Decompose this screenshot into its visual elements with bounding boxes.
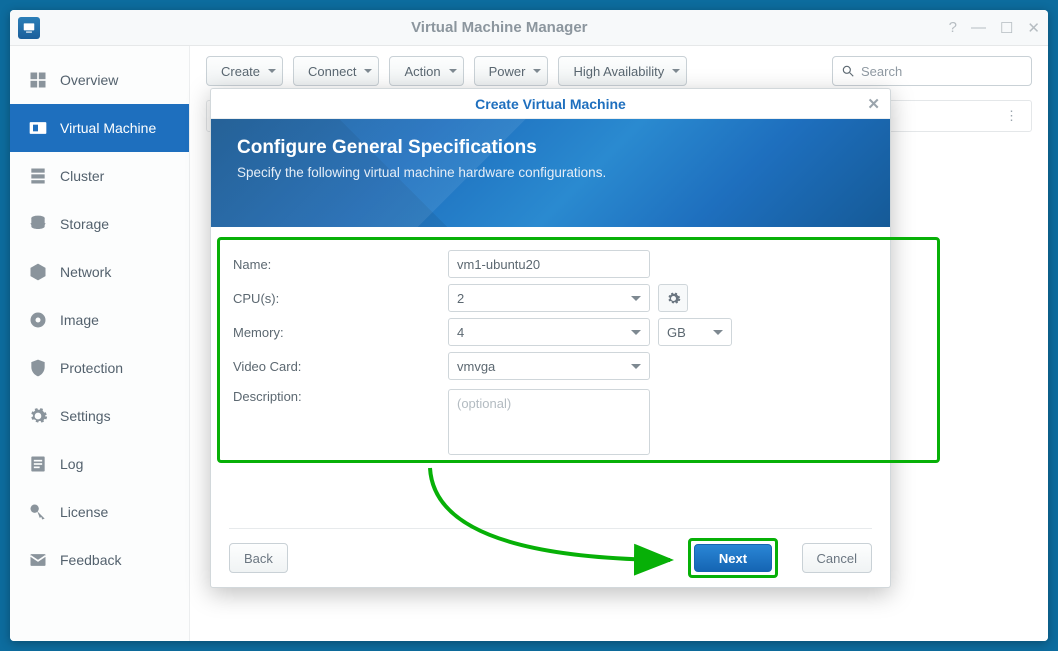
close-icon[interactable]: ✕	[1027, 19, 1040, 37]
network-icon	[28, 262, 48, 282]
sidebar: Overview Virtual Machine Cluster Storage…	[10, 46, 190, 641]
sidebar-item-overview[interactable]: Overview	[10, 56, 189, 104]
help-icon[interactable]: ?	[949, 19, 957, 37]
modal-subheading: Specify the following virtual machine ha…	[237, 165, 864, 180]
sidebar-item-cluster[interactable]: Cluster	[10, 152, 189, 200]
sidebar-item-image[interactable]: Image	[10, 296, 189, 344]
sidebar-item-label: Feedback	[60, 552, 121, 568]
sidebar-item-label: Log	[60, 456, 83, 472]
label-video: Video Card:	[233, 359, 448, 374]
caret-down-icon	[268, 69, 276, 77]
description-field[interactable]: (optional)	[448, 389, 650, 455]
search-placeholder: Search	[861, 64, 902, 79]
app-icon	[18, 17, 40, 39]
cancel-button[interactable]: Cancel	[802, 543, 872, 573]
sidebar-item-network[interactable]: Network	[10, 248, 189, 296]
modal-close-icon[interactable]: ✕	[867, 95, 880, 113]
caret-down-icon	[631, 296, 641, 306]
toolbar: Create Connect Action Power High Availab…	[190, 46, 1048, 86]
sidebar-item-label: License	[60, 504, 108, 520]
power-button[interactable]: Power	[474, 56, 549, 86]
feedback-icon	[28, 550, 48, 570]
sidebar-item-protection[interactable]: Protection	[10, 344, 189, 392]
ha-button[interactable]: High Availability	[558, 56, 687, 86]
sidebar-item-virtual-machine[interactable]: Virtual Machine	[10, 104, 189, 152]
log-icon	[28, 454, 48, 474]
sidebar-item-label: Protection	[60, 360, 123, 376]
maximize-icon[interactable]: ☐	[1000, 19, 1013, 37]
back-button[interactable]: Back	[229, 543, 288, 573]
sidebar-item-label: Cluster	[60, 168, 104, 184]
caret-down-icon	[631, 330, 641, 340]
label-description: Description:	[233, 389, 448, 404]
sidebar-item-label: Settings	[60, 408, 111, 424]
caret-down-icon	[449, 69, 457, 77]
sidebar-item-storage[interactable]: Storage	[10, 200, 189, 248]
label-cpu: CPU(s):	[233, 291, 448, 306]
search-input[interactable]: Search	[832, 56, 1032, 86]
modal-divider	[229, 528, 872, 529]
name-field[interactable]: vm1-ubuntu20	[448, 250, 650, 278]
label-name: Name:	[233, 257, 448, 272]
next-button[interactable]: Next	[694, 544, 772, 572]
label-memory: Memory:	[233, 325, 448, 340]
connect-button[interactable]: Connect	[293, 56, 379, 86]
sidebar-item-log[interactable]: Log	[10, 440, 189, 488]
modal-banner: Configure General Specifications Specify…	[211, 119, 890, 227]
caret-down-icon	[364, 69, 372, 77]
sidebar-item-label: Virtual Machine	[60, 120, 156, 136]
minimize-icon[interactable]: —	[971, 19, 986, 37]
create-vm-modal: Create Virtual Machine ✕ Configure Gener…	[210, 88, 891, 588]
vm-form: Name: vm1-ubuntu20 CPU(s): 2 Memory: 4 G…	[233, 247, 868, 455]
sidebar-item-label: Storage	[60, 216, 109, 232]
cpu-select[interactable]: 2	[448, 284, 650, 312]
protection-icon	[28, 358, 48, 378]
overview-icon	[28, 70, 48, 90]
caret-down-icon	[631, 364, 641, 374]
sidebar-item-license[interactable]: License	[10, 488, 189, 536]
image-icon	[28, 310, 48, 330]
annotation-next-highlight: Next	[688, 538, 778, 578]
sidebar-item-label: Network	[60, 264, 111, 280]
action-button[interactable]: Action	[389, 56, 463, 86]
memory-unit-select[interactable]: GB	[658, 318, 732, 346]
sidebar-item-label: Image	[60, 312, 99, 328]
video-select[interactable]: vmvga	[448, 352, 650, 380]
modal-heading: Configure General Specifications	[237, 137, 864, 159]
titlebar: Virtual Machine Manager ? — ☐ ✕	[10, 10, 1048, 46]
license-icon	[28, 502, 48, 522]
cpu-settings-button[interactable]	[658, 284, 688, 312]
window-title: Virtual Machine Manager	[50, 19, 949, 36]
sidebar-item-feedback[interactable]: Feedback	[10, 536, 189, 584]
modal-title: Create Virtual Machine ✕	[211, 89, 890, 119]
caret-down-icon	[672, 69, 680, 77]
search-icon	[841, 64, 855, 78]
list-more-icon[interactable]: ⋮	[1005, 108, 1019, 124]
settings-icon	[28, 406, 48, 426]
vm-icon	[28, 118, 48, 138]
sidebar-item-label: Overview	[60, 72, 118, 88]
storage-icon	[28, 214, 48, 234]
sidebar-item-settings[interactable]: Settings	[10, 392, 189, 440]
memory-select[interactable]: 4	[448, 318, 650, 346]
app-window: Virtual Machine Manager ? — ☐ ✕ Overview…	[10, 10, 1048, 641]
window-controls: ? — ☐ ✕	[949, 19, 1040, 37]
caret-down-icon	[713, 330, 723, 340]
create-button[interactable]: Create	[206, 56, 283, 86]
gear-icon	[666, 291, 681, 306]
caret-down-icon	[533, 69, 541, 77]
cluster-icon	[28, 166, 48, 186]
